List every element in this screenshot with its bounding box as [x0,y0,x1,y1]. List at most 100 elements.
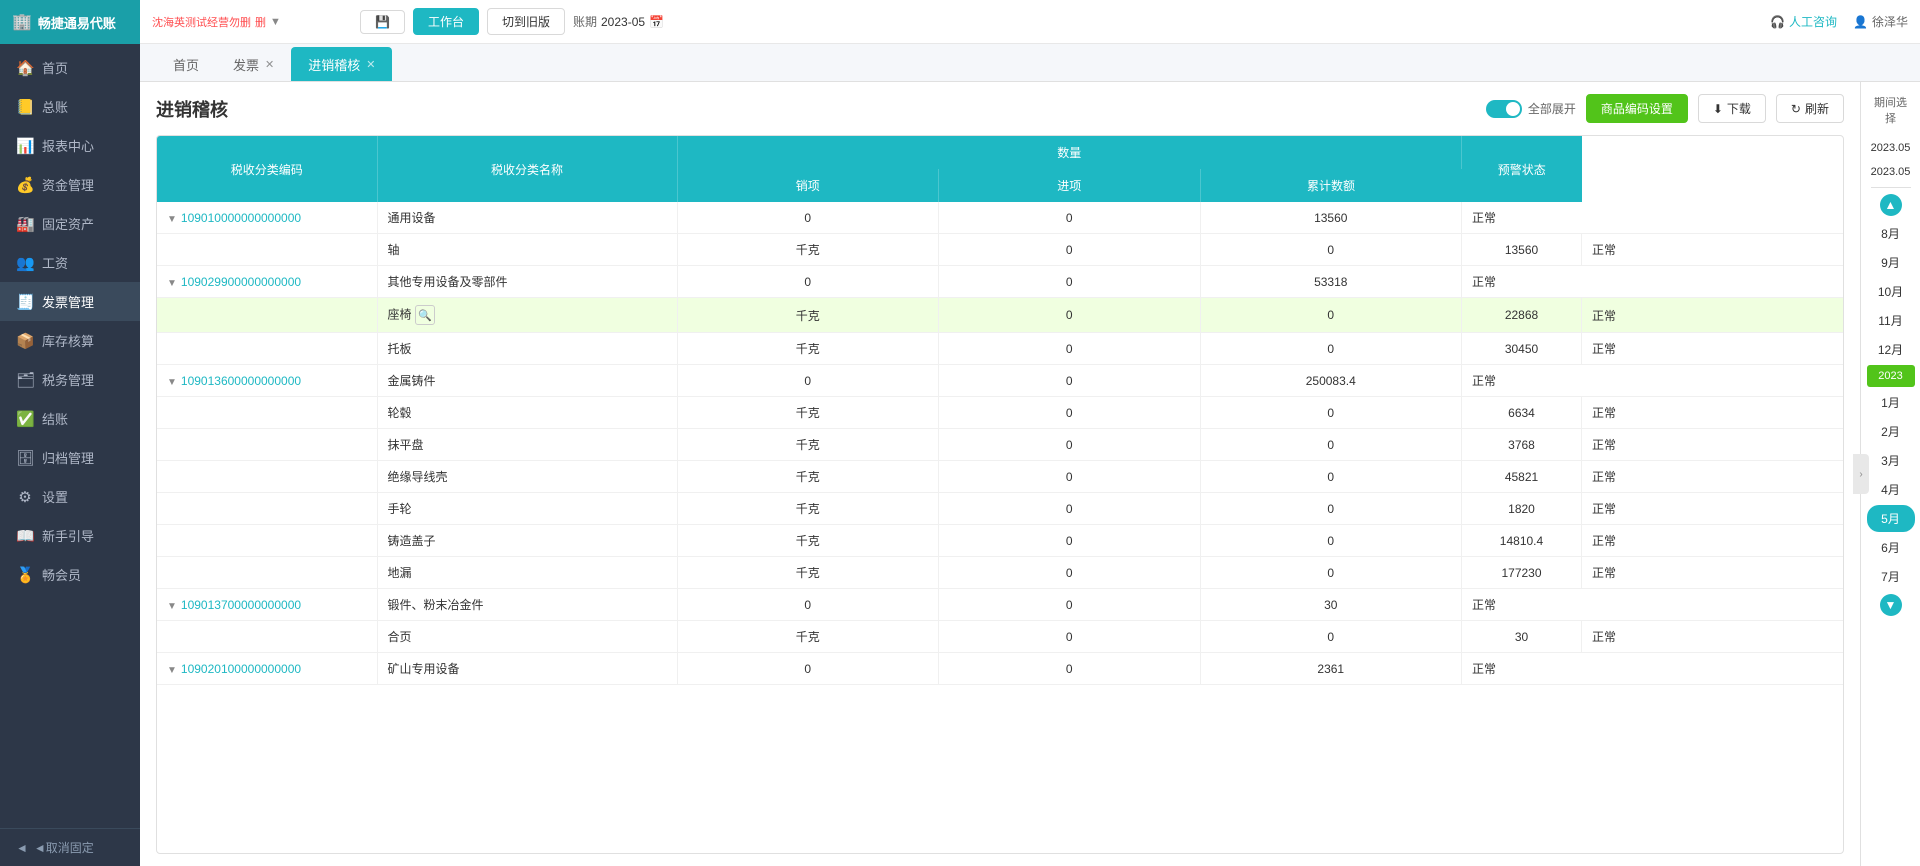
period-3[interactable]: 3月 [1867,447,1915,474]
table-row: ▼109013700000000000 锻件、粉末冶金件 0 0 30 正常 [157,589,1843,621]
period-6[interactable]: 6月 [1867,534,1915,561]
period-11[interactable]: 11月 [1867,307,1915,334]
expand-toggle[interactable] [1486,100,1522,118]
save-button[interactable]: 💾 [360,10,405,34]
period-1[interactable]: 1月 [1867,389,1915,416]
company-selector[interactable]: 沈海英测试经营勿删 删 ▼ [152,14,352,30]
page-title: 进销稽核 [156,96,228,122]
archive-icon: 🗄 [16,449,34,467]
period-top-1[interactable]: 2023.05 [1867,137,1915,159]
th-warning: 预警状态 [1462,136,1582,202]
cell-unit: 千克 [677,525,939,557]
calendar-icon: 📅 [649,15,664,29]
sidebar-item-home[interactable]: 🏠 首页 [0,48,140,87]
period-12[interactable]: 12月 [1867,336,1915,363]
right-panel: › 期间选择 2023.05 2023.05 ▲ 8月 9月 10月 11月 1… [1860,82,1920,866]
sidebar-item-settings[interactable]: ⚙ 设置 [0,477,140,516]
cell-total: 53318 [1200,266,1462,298]
cell-status: 正常 [1582,621,1844,653]
cell-sale: 0 [677,202,939,234]
cell-sale: 0 [677,589,939,621]
service-label: 人工咨询 [1789,13,1837,30]
cell-purchase: 0 [1200,429,1462,461]
refresh-button[interactable]: ↻ 刷新 [1776,94,1844,123]
cell-sale: 0 [939,429,1201,461]
cell-sale: 0 [677,266,939,298]
tab-home[interactable]: 首页 [156,47,216,81]
sidebar-item-member[interactable]: 🏅 畅会员 [0,555,140,594]
home-icon: 🏠 [16,59,34,77]
workbench-button[interactable]: 工作台 [413,8,479,35]
user-menu[interactable]: 👤 徐泽华 [1853,13,1908,30]
collapse-icon[interactable]: ▼ [167,214,177,225]
download-button[interactable]: ⬇ 下载 [1698,94,1766,123]
tab-invoice-label: 发票 [233,55,259,74]
sidebar-item-label: 税务管理 [42,370,94,389]
tab-invoice-close[interactable]: ✕ [265,58,274,71]
sidebar-item-settlement[interactable]: ✅ 结账 [0,399,140,438]
period-4[interactable]: 4月 [1867,476,1915,503]
period-top-2[interactable]: 2023.05 [1867,161,1915,183]
th-qty-group: 数量 [677,136,1462,169]
cell-name: 地漏 [377,557,677,589]
cell-total: 30450 [1462,333,1582,365]
table-row: 地漏 千克 0 0 177230 正常 [157,557,1843,589]
cell-name: 座椅 🔍 [377,298,677,333]
sidebar-item-tax[interactable]: 🗂 税务管理 [0,360,140,399]
collapse-icon[interactable]: ▼ [167,278,177,289]
period-5[interactable]: 5月 [1867,505,1915,532]
sidebar-pin-toggle[interactable]: ◄ ◄取消固定 [0,828,140,866]
table-row: 座椅 🔍 千克 0 0 22868 正常 [157,298,1843,333]
collapse-icon[interactable]: ▼ [167,601,177,612]
period-8[interactable]: 8月 [1867,220,1915,247]
th-tax-code: 税收分类编码 [157,136,377,202]
header-actions: 全部展开 商品编码设置 ⬇ 下载 ↻ 刷新 [1486,94,1844,123]
sidebar-item-guide[interactable]: 📖 新手引导 [0,516,140,555]
th-total: 累计数额 [1200,169,1462,202]
refresh-label: 刷新 [1805,100,1829,117]
cell-unit: 千克 [677,461,939,493]
sidebar-item-capital[interactable]: 💰 资金管理 [0,165,140,204]
table-row: 合页 千克 0 0 30 正常 [157,621,1843,653]
sidebar-item-label: 总账 [42,97,68,116]
sidebar-item-archive[interactable]: 🗄 归档管理 [0,438,140,477]
sidebar-item-label: 工资 [42,253,68,272]
sidebar: 🏢 畅捷通易代账 🏠 首页 📒 总账 📊 报表中心 💰 资金管理 🏭 固定资产 … [0,0,140,866]
cell-code [157,461,377,493]
sidebar-item-reports[interactable]: 📊 报表中心 [0,126,140,165]
sidebar-item-invoice[interactable]: 🧾 发票管理 [0,282,140,321]
sidebar-item-assets[interactable]: 🏭 固定资产 [0,204,140,243]
th-purchase: 进项 [939,169,1201,202]
period-9[interactable]: 9月 [1867,249,1915,276]
collapse-icon[interactable]: ▼ [167,665,177,676]
cell-total: 6634 [1462,397,1582,429]
panel-toggle[interactable]: › [1853,454,1869,494]
tab-reconcile[interactable]: 进销稽核 ✕ [291,47,392,81]
sidebar-item-stock[interactable]: 📦 库存核算 [0,321,140,360]
collapse-icon[interactable]: ▼ [167,377,177,388]
tab-invoice[interactable]: 发票 ✕ [216,47,291,81]
tab-reconcile-close[interactable]: ✕ [366,58,375,71]
cell-total: 22868 [1462,298,1582,333]
period-7[interactable]: 7月 [1867,563,1915,590]
sidebar-item-salary[interactable]: 👥 工资 [0,243,140,282]
download-label: 下载 [1727,100,1751,117]
cell-purchase: 0 [939,589,1201,621]
cell-name: 手轮 [377,493,677,525]
period-label: 账期 [573,13,597,30]
switch-old-label: 切到旧版 [502,15,550,29]
search-icon[interactable]: 🔍 [415,305,435,325]
code-settings-button[interactable]: 商品编码设置 [1586,94,1688,123]
switch-old-button[interactable]: 切到旧版 [487,8,565,35]
table-row: ▼109013600000000000 金属铸件 0 0 250083.4 正常 [157,365,1843,397]
cell-sale: 0 [939,397,1201,429]
sidebar-item-ledger[interactable]: 📒 总账 [0,87,140,126]
period-selector[interactable]: 账期 2023-05 📅 [573,13,664,30]
service-btn[interactable]: 🎧 人工咨询 [1770,13,1837,30]
period-10[interactable]: 10月 [1867,278,1915,305]
scroll-down-arrow[interactable]: ▼ [1880,594,1902,616]
scroll-up-arrow[interactable]: ▲ [1880,194,1902,216]
cell-status: 正常 [1582,429,1844,461]
period-2[interactable]: 2月 [1867,418,1915,445]
company-warning: 删 [255,14,266,30]
